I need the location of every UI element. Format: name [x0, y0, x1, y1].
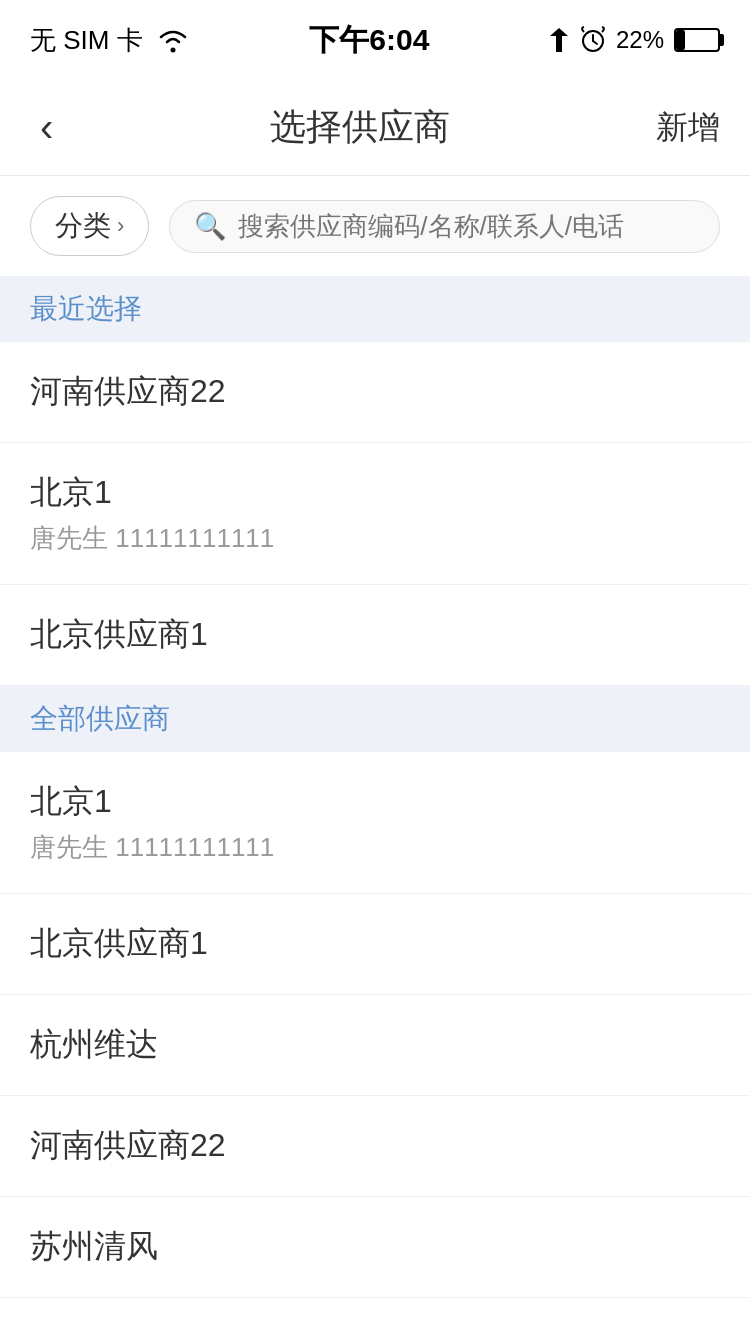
wifi-icon [155, 26, 191, 54]
list-item[interactable]: 苏州清风 [0, 1197, 750, 1298]
battery-percent: 22% [616, 26, 664, 54]
location-icon [548, 26, 570, 54]
list-item[interactable]: 杭州维达 [0, 995, 750, 1096]
item-name: 北京供应商1 [30, 922, 720, 966]
recent-section-label: 最近选择 [30, 293, 142, 324]
status-bar: 无 SIM 卡 下午6:04 22% [0, 0, 750, 80]
recent-section-header: 最近选择 [0, 276, 750, 342]
battery-icon [674, 28, 720, 52]
list-item[interactable]: 北京1 唐先生 11111111111 [0, 752, 750, 894]
no-sim-text: 无 SIM 卡 [30, 23, 143, 58]
new-button[interactable]: 新增 [656, 106, 720, 150]
item-name: 北京1 [30, 471, 720, 515]
search-input[interactable] [238, 211, 695, 242]
item-sub: 唐先生 11111111111 [30, 521, 720, 556]
item-name: 杭州维达 [30, 1023, 720, 1067]
list-item[interactable]: 北京供应商1 [0, 585, 750, 686]
item-sub: 唐先生 11111111111 [30, 830, 720, 865]
page-title: 选择供应商 [270, 103, 450, 152]
item-name: 河南供应商22 [30, 1124, 720, 1168]
category-label: 分类 [55, 207, 111, 245]
chevron-right-icon: › [117, 213, 124, 239]
svg-line-3 [593, 41, 597, 44]
list-item[interactable]: 河南供应商22 [0, 1096, 750, 1197]
status-time: 下午6:04 [309, 20, 429, 61]
list-item[interactable]: 北京1 唐先生 11111111111 [0, 443, 750, 585]
search-icon: 🔍 [194, 211, 226, 242]
item-name: 苏州清风 [30, 1225, 720, 1269]
list-item[interactable]: 北京供应商1 [0, 894, 750, 995]
alarm-icon [580, 26, 606, 54]
all-section-header: 全部供应商 [0, 686, 750, 752]
recent-items-list: 河南供应商22 北京1 唐先生 11111111111 北京供应商1 [0, 342, 750, 686]
svg-point-0 [170, 48, 175, 53]
status-left: 无 SIM 卡 [30, 23, 191, 58]
all-items-list: 北京1 唐先生 11111111111 北京供应商1 杭州维达河南供应商22 苏州清风 [0, 752, 750, 1298]
nav-bar: ‹ 选择供应商 新增 [0, 80, 750, 176]
item-name: 北京1 [30, 780, 720, 824]
back-button[interactable]: ‹ [30, 95, 63, 160]
filter-bar: 分类 › 🔍 [0, 176, 750, 276]
list-item[interactable]: 河南供应商22 [0, 342, 750, 443]
item-name: 北京供应商1 [30, 613, 720, 657]
all-section-label: 全部供应商 [30, 703, 170, 734]
search-box[interactable]: 🔍 [169, 200, 720, 253]
status-right: 22% [548, 26, 720, 54]
category-button[interactable]: 分类 › [30, 196, 149, 256]
item-name: 河南供应商22 [30, 370, 720, 414]
